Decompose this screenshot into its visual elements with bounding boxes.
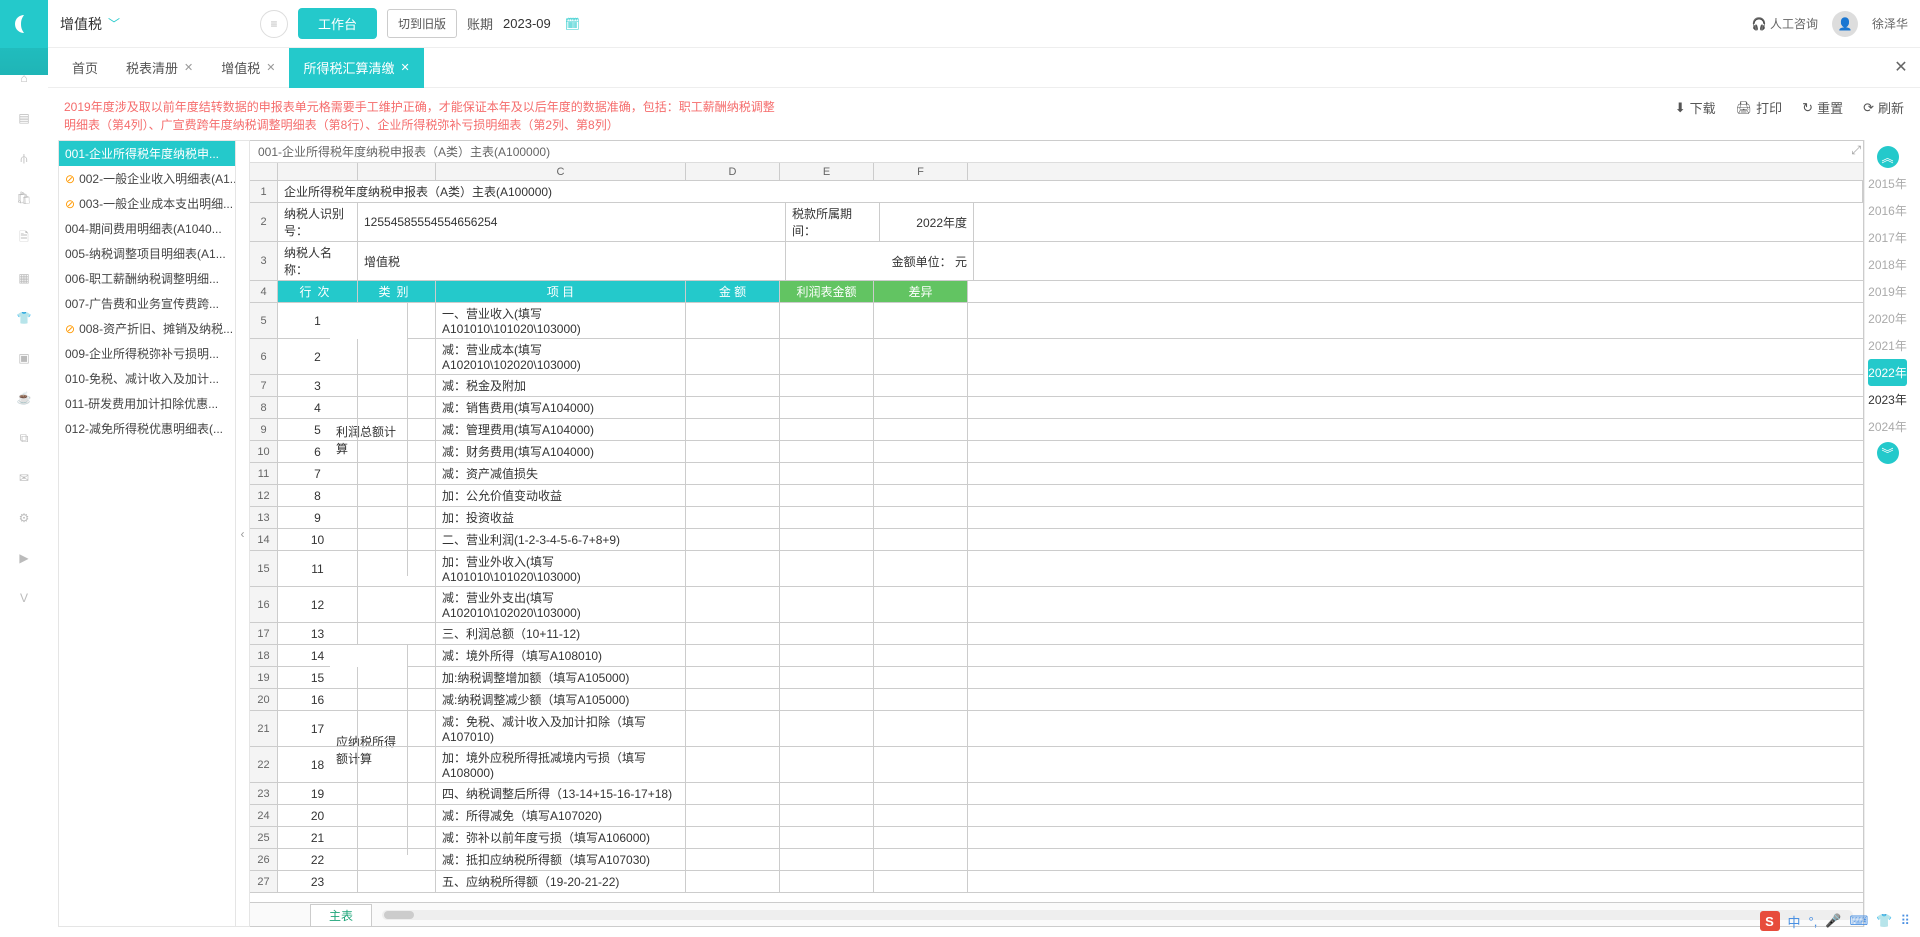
warning-icon: ⊘ (65, 172, 75, 186)
nav-gear-icon[interactable]: ⚙ (14, 508, 34, 528)
workbench-button[interactable]: 工作台 (298, 8, 377, 39)
app-logo (0, 0, 48, 48)
spreadsheet: 001-企业所得税年度纳税申报表（A类）主表(A100000) ⤢ CDEF 1… (250, 140, 1864, 927)
close-icon[interactable]: ✕ (401, 61, 410, 74)
column-headers: CDEF (250, 163, 1863, 181)
form-list-item[interactable]: 005-纳税调整项目明细表(A1... (59, 241, 235, 266)
period-value[interactable]: 2023-09 (503, 16, 551, 31)
collapse-handle[interactable]: ‹ (236, 140, 250, 927)
ime-kb-icon[interactable]: ⌨ (1850, 913, 1869, 929)
user-name[interactable]: 徐泽华 (1872, 15, 1908, 32)
ime-lang[interactable]: 中 (1788, 912, 1801, 931)
top-bar: 增值税 ﹀ ≡ 工作台 切到旧版 账期 2023-09 🗓 🎧 人工咨询 👤 徐… (48, 0, 1920, 48)
tab-所得税汇算清缴[interactable]: 所得税汇算清缴✕ (289, 48, 423, 88)
nav-mail-icon[interactable]: ✉ (14, 468, 34, 488)
download-button[interactable]: ⬇ 下载 (1675, 98, 1716, 117)
form-list-item[interactable]: 010-免税、减计收入及加计... (59, 366, 235, 391)
ime-mic-icon[interactable]: 🎤 (1825, 913, 1841, 929)
ime-grid-icon[interactable]: ⠿ (1900, 913, 1910, 929)
nav-home-icon[interactable]: ⌂ (14, 68, 34, 88)
left-nav: ⌂ ▤ ⫛ 🛍 🗎 ▦ 👕 ▣ ☕ ⧉ ✉ ⚙ ▶ V (0, 0, 48, 937)
form-list-item[interactable]: ⊘002-一般企业收入明细表(A1... (59, 166, 235, 191)
ime-punct-icon[interactable]: °, (1809, 914, 1818, 929)
year-up-button[interactable]: ︽ (1877, 146, 1899, 168)
nav-doc-icon[interactable]: 🗎 (14, 228, 34, 248)
year-option[interactable]: 2015年 (1868, 170, 1907, 197)
consult-link[interactable]: 🎧 人工咨询 (1752, 15, 1818, 32)
chevron-down-icon: ﹀ (108, 15, 120, 32)
nav-chart-icon[interactable]: ⫛ (14, 148, 34, 168)
year-down-button[interactable]: ︾ (1877, 442, 1899, 464)
company-selector[interactable]: 增值税 ﹀ (60, 14, 250, 34)
calendar-icon[interactable]: 🗓 (565, 17, 580, 31)
warning-icon: ⊘ (65, 197, 75, 211)
year-option[interactable]: 2020年 (1868, 305, 1907, 332)
close-icon[interactable]: ✕ (266, 61, 275, 74)
form-list-item[interactable]: 007-广告费和业务宣传费跨... (59, 291, 235, 316)
switch-old-button[interactable]: 切到旧版 (387, 9, 457, 38)
form-list-item[interactable]: 011-研发费用加计扣除优惠... (59, 391, 235, 416)
period-label: 账期 (467, 14, 493, 33)
year-option[interactable]: 2023年 (1868, 386, 1907, 413)
ime-shirt-icon[interactable]: 👕 (1876, 913, 1892, 929)
close-all-tabs-button[interactable]: ✕ (1888, 54, 1914, 80)
refresh-button[interactable]: ⟳ 刷新 (1863, 98, 1904, 117)
forms-list: 001-企业所得税年度纳税申...⊘002-一般企业收入明细表(A1...⊘00… (58, 140, 236, 927)
year-option[interactable]: 2024年 (1868, 413, 1907, 440)
nav-grid-icon[interactable]: ▣ (14, 348, 34, 368)
tab-税表清册[interactable]: 税表清册✕ (112, 48, 207, 88)
year-option[interactable]: 2021年 (1868, 332, 1907, 359)
nav-play-icon[interactable]: ▶ (14, 548, 34, 568)
form-list-item[interactable]: 012-减免所得税优惠明细表(... (59, 416, 235, 441)
tab-增值税[interactable]: 增值税✕ (207, 48, 289, 88)
ime-logo-icon[interactable]: S (1760, 911, 1780, 931)
nav-stack-icon[interactable]: ⧉ (14, 428, 34, 448)
horizontal-scrollbar[interactable] (382, 910, 1853, 920)
form-list-item[interactable]: 009-企业所得税弥补亏损明... (59, 341, 235, 366)
form-list-item[interactable]: ⊘008-资产折旧、摊销及纳税... (59, 316, 235, 341)
year-option[interactable]: 2016年 (1868, 197, 1907, 224)
sheet-footer-tab[interactable]: 主表 (310, 904, 372, 926)
warning-icon: ⊘ (65, 322, 75, 336)
form-list-item[interactable]: 004-期间费用明细表(A1040... (59, 216, 235, 241)
year-option[interactable]: 2018年 (1868, 251, 1907, 278)
form-list-item[interactable]: 006-职工薪酬纳税调整明细... (59, 266, 235, 291)
nav-cup-icon[interactable]: ☕ (14, 388, 34, 408)
reset-button[interactable]: ↻ 重置 (1802, 98, 1843, 117)
year-option[interactable]: 2022年 (1868, 359, 1907, 386)
nav-form-icon[interactable]: ▦ (14, 268, 34, 288)
year-rail: ︽ 2015年2016年2017年2018年2019年2020年2021年202… (1864, 140, 1910, 927)
sheet-tab-title: 001-企业所得税年度纳税申报表（A类）主表(A100000) (258, 143, 550, 160)
year-option[interactable]: 2019年 (1868, 278, 1907, 305)
nav-ledger-icon[interactable]: ▤ (14, 108, 34, 128)
ime-bar: S 中 °, 🎤 ⌨ 👕 ⠿ (1760, 911, 1911, 931)
expand-icon[interactable]: ⤢ (1851, 143, 1861, 158)
warning-notice: 2019年度涉及取以前年度结转数据的申报表单元格需要手工维护正确，才能保证本年及… (64, 98, 784, 134)
form-list-item[interactable]: ⊘003-一般企业成本支出明细... (59, 191, 235, 216)
close-icon[interactable]: ✕ (184, 61, 193, 74)
year-option[interactable]: 2017年 (1868, 224, 1907, 251)
user-avatar-icon[interactable]: 👤 (1832, 11, 1858, 37)
nav-tee-icon[interactable]: 👕 (14, 308, 34, 328)
nav-bag-icon[interactable]: 🛍 (14, 188, 34, 208)
page-tabs: 首页税表清册✕增值税✕所得税汇算清缴✕ ✕ (48, 48, 1920, 88)
tab-首页[interactable]: 首页 (58, 48, 112, 88)
list-button[interactable]: ≡ (260, 10, 288, 38)
nav-v-icon[interactable]: V (14, 588, 34, 608)
company-name: 增值税 (60, 14, 102, 34)
print-button[interactable]: 🖨 打印 (1736, 98, 1783, 117)
form-list-item[interactable]: 001-企业所得税年度纳税申... (59, 141, 235, 166)
